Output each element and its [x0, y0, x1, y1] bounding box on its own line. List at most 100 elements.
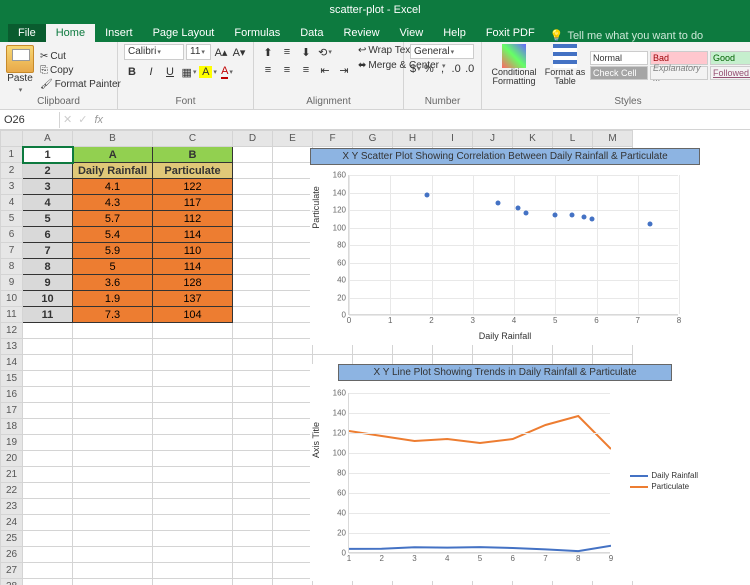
cancel-icon[interactable]: ✕ [60, 113, 75, 126]
cell[interactable]: 5 [73, 259, 153, 275]
cell[interactable] [23, 387, 73, 403]
col-header[interactable]: I [433, 131, 473, 147]
style-followed[interactable]: Followed H [710, 66, 750, 80]
cell[interactable] [23, 339, 73, 355]
row-header[interactable]: 16 [1, 387, 23, 403]
cell[interactable]: 7.3 [73, 307, 153, 323]
cell[interactable]: 4.1 [73, 179, 153, 195]
cell[interactable] [273, 259, 313, 275]
cell[interactable] [153, 515, 233, 531]
cell[interactable] [23, 579, 73, 585]
col-header[interactable]: C [153, 131, 233, 147]
row-header[interactable]: 25 [1, 531, 23, 547]
row-header[interactable]: 20 [1, 451, 23, 467]
cell[interactable] [233, 291, 273, 307]
cell[interactable] [153, 323, 233, 339]
align-middle-button[interactable]: ≡ [279, 44, 295, 60]
row-header[interactable]: 9 [1, 275, 23, 291]
cell[interactable]: 5.7 [73, 211, 153, 227]
cell[interactable] [273, 211, 313, 227]
cell[interactable] [153, 483, 233, 499]
cell[interactable]: 3.6 [73, 275, 153, 291]
comma-button[interactable]: , [437, 61, 448, 77]
cell[interactable]: 2 [23, 163, 73, 179]
align-center-button[interactable]: ≡ [279, 62, 295, 78]
cell[interactable] [73, 339, 153, 355]
cell[interactable] [233, 547, 273, 563]
italic-button[interactable]: I [143, 64, 159, 80]
font-name-select[interactable]: Calibri [124, 44, 184, 60]
row-header[interactable]: 7 [1, 243, 23, 259]
row-header[interactable]: 13 [1, 339, 23, 355]
cell[interactable] [73, 499, 153, 515]
cell[interactable]: 10 [23, 291, 73, 307]
formula-input[interactable] [107, 112, 750, 128]
cell[interactable]: Daily Rainfall [73, 163, 153, 179]
cell[interactable] [233, 323, 273, 339]
cell[interactable] [153, 451, 233, 467]
cell[interactable] [273, 179, 313, 195]
align-left-button[interactable]: ≡ [260, 62, 276, 78]
cell[interactable] [273, 435, 313, 451]
percent-button[interactable]: % [424, 61, 435, 77]
cell[interactable]: 5.9 [73, 243, 153, 259]
tab-foxit[interactable]: Foxit PDF [476, 24, 545, 42]
cell[interactable]: Particulate [153, 163, 233, 179]
cell[interactable] [73, 515, 153, 531]
cell[interactable]: 110 [153, 243, 233, 259]
name-box[interactable]: O26 [0, 112, 60, 128]
cell[interactable] [273, 243, 313, 259]
cell[interactable] [153, 371, 233, 387]
cell[interactable] [233, 163, 273, 179]
cell[interactable] [73, 371, 153, 387]
cell[interactable]: 114 [153, 259, 233, 275]
cell[interactable] [273, 483, 313, 499]
tab-home[interactable]: Home [46, 24, 95, 42]
cell[interactable] [73, 531, 153, 547]
cell[interactable] [73, 355, 153, 371]
cell[interactable] [273, 403, 313, 419]
cell[interactable] [153, 403, 233, 419]
cell[interactable] [233, 211, 273, 227]
cell[interactable] [233, 339, 273, 355]
cell[interactable] [23, 515, 73, 531]
col-header[interactable]: D [233, 131, 273, 147]
col-header[interactable]: A [23, 131, 73, 147]
cell[interactable] [273, 147, 313, 163]
cell[interactable] [233, 275, 273, 291]
row-header[interactable]: 3 [1, 179, 23, 195]
cell[interactable] [153, 435, 233, 451]
cell[interactable] [153, 467, 233, 483]
cell[interactable] [23, 563, 73, 579]
conditional-formatting-button[interactable]: Conditional Formatting [488, 44, 540, 86]
cell[interactable] [233, 467, 273, 483]
cell[interactable] [23, 435, 73, 451]
style-check-cell[interactable]: Check Cell [590, 66, 648, 80]
cell[interactable] [233, 515, 273, 531]
cell[interactable] [23, 499, 73, 515]
cell[interactable]: 1.9 [73, 291, 153, 307]
font-color-button[interactable]: A [219, 64, 235, 80]
cell[interactable] [233, 259, 273, 275]
cell[interactable] [233, 563, 273, 579]
decrease-decimal-button[interactable]: .0 [464, 61, 475, 77]
format-painter-button[interactable]: 🖌Format Painter [38, 78, 123, 91]
tab-review[interactable]: Review [333, 24, 389, 42]
row-header[interactable]: 24 [1, 515, 23, 531]
cell[interactable] [273, 291, 313, 307]
cell[interactable] [273, 531, 313, 547]
cell[interactable] [273, 339, 313, 355]
cell[interactable] [233, 227, 273, 243]
cell[interactable] [233, 243, 273, 259]
cell[interactable] [273, 467, 313, 483]
cell[interactable] [23, 483, 73, 499]
cell[interactable] [233, 483, 273, 499]
decrease-font-button[interactable]: A▾ [231, 44, 247, 60]
cell-styles-gallery[interactable]: Normal Check Cell Bad Explanatory ... Go… [590, 51, 750, 80]
indent-left-button[interactable]: ⇤ [317, 62, 333, 78]
cell[interactable]: 11 [23, 307, 73, 323]
cell[interactable] [233, 387, 273, 403]
cell[interactable] [233, 403, 273, 419]
tab-insert[interactable]: Insert [95, 24, 143, 42]
border-button[interactable]: ▦ [181, 64, 197, 80]
